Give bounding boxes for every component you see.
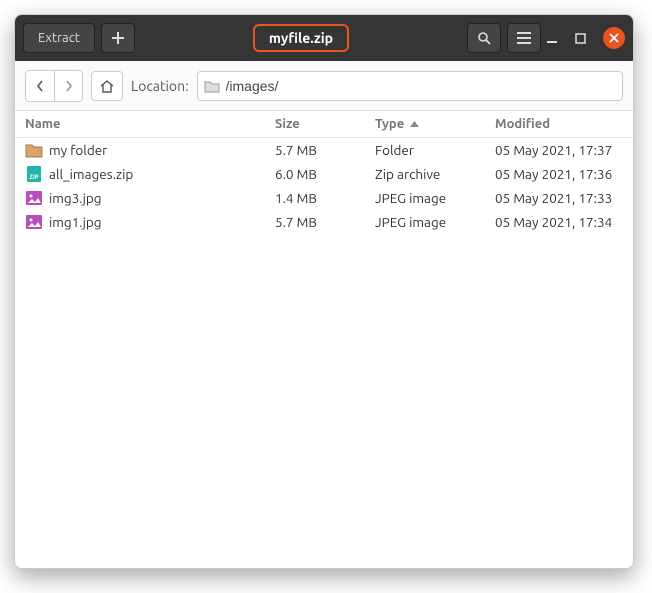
sort-asc-icon bbox=[410, 121, 419, 127]
file-list: my folder5.7 MBFolder05 May 2021, 17:37Z… bbox=[15, 138, 633, 568]
chevron-right-icon bbox=[65, 80, 73, 92]
file-name: all_images.zip bbox=[49, 166, 133, 182]
cell-modified: 05 May 2021, 17:36 bbox=[495, 166, 623, 182]
image-icon bbox=[25, 189, 43, 207]
cell-type: JPEG image bbox=[375, 214, 495, 230]
maximize-icon bbox=[575, 33, 586, 44]
cell-type: Zip archive bbox=[375, 166, 495, 182]
table-row[interactable]: ZIP all_images.zip 6.0 MBZip archive05 May… bbox=[15, 162, 633, 186]
table-row[interactable]: img3.jpg 1.4 MBJPEG image05 May 2021, 17:… bbox=[15, 186, 633, 210]
cell-size: 1.4 MB bbox=[275, 190, 375, 206]
header-type[interactable]: Type bbox=[375, 117, 495, 131]
window-minimize-button[interactable] bbox=[547, 32, 569, 44]
window-close-button[interactable] bbox=[603, 27, 625, 49]
cell-size: 6.0 MB bbox=[275, 166, 375, 182]
minimize-icon bbox=[547, 32, 559, 44]
cell-type: JPEG image bbox=[375, 190, 495, 206]
column-headers: Name Size Type Modified bbox=[15, 111, 633, 138]
cell-type: Folder bbox=[375, 142, 495, 158]
cell-name: img1.jpg bbox=[25, 213, 275, 231]
archive-manager-window: Extract myfile.zip bbox=[14, 14, 634, 569]
location-label: Location: bbox=[131, 78, 189, 94]
search-button[interactable] bbox=[467, 23, 501, 53]
table-row[interactable]: img1.jpg 5.7 MBJPEG image05 May 2021, 17:… bbox=[15, 210, 633, 234]
file-name: img3.jpg bbox=[49, 190, 102, 206]
close-icon bbox=[609, 33, 619, 43]
cell-size: 5.7 MB bbox=[275, 142, 375, 158]
cell-name: ZIP all_images.zip bbox=[25, 165, 275, 183]
search-icon bbox=[477, 31, 491, 45]
window-maximize-button[interactable] bbox=[575, 33, 597, 44]
archive-title: myfile.zip bbox=[253, 24, 349, 52]
header-modified[interactable]: Modified bbox=[495, 117, 623, 131]
cell-modified: 05 May 2021, 17:37 bbox=[495, 142, 623, 158]
file-name: img1.jpg bbox=[49, 214, 102, 230]
folder-icon bbox=[25, 141, 43, 159]
cell-size: 5.7 MB bbox=[275, 214, 375, 230]
svg-text:ZIP: ZIP bbox=[29, 174, 38, 181]
header-size[interactable]: Size bbox=[275, 117, 375, 131]
header-name[interactable]: Name bbox=[25, 117, 275, 131]
chevron-left-icon bbox=[36, 80, 44, 92]
navigation-toolbar: Location: bbox=[15, 61, 633, 111]
hamburger-icon bbox=[517, 32, 531, 44]
cell-modified: 05 May 2021, 17:33 bbox=[495, 190, 623, 206]
forward-button[interactable] bbox=[54, 71, 82, 101]
folder-icon bbox=[204, 79, 220, 93]
location-input[interactable] bbox=[226, 78, 616, 94]
back-button[interactable] bbox=[26, 71, 54, 101]
menu-button[interactable] bbox=[507, 23, 541, 53]
table-row[interactable]: my folder 5.7 MBFolder05 May 2021, 17:37 bbox=[15, 138, 633, 162]
location-field[interactable] bbox=[197, 71, 623, 101]
titlebar: Extract myfile.zip bbox=[15, 15, 633, 61]
home-icon bbox=[99, 79, 115, 93]
cell-name: img3.jpg bbox=[25, 189, 275, 207]
home-button[interactable] bbox=[91, 71, 123, 101]
cell-name: my folder bbox=[25, 141, 275, 159]
nav-back-forward bbox=[25, 70, 83, 102]
plus-icon bbox=[112, 32, 124, 44]
new-tab-button[interactable] bbox=[101, 23, 135, 53]
zip-icon: ZIP bbox=[25, 165, 43, 183]
image-icon bbox=[25, 213, 43, 231]
file-name: my folder bbox=[49, 142, 107, 158]
extract-button[interactable]: Extract bbox=[23, 23, 95, 53]
cell-modified: 05 May 2021, 17:34 bbox=[495, 214, 623, 230]
